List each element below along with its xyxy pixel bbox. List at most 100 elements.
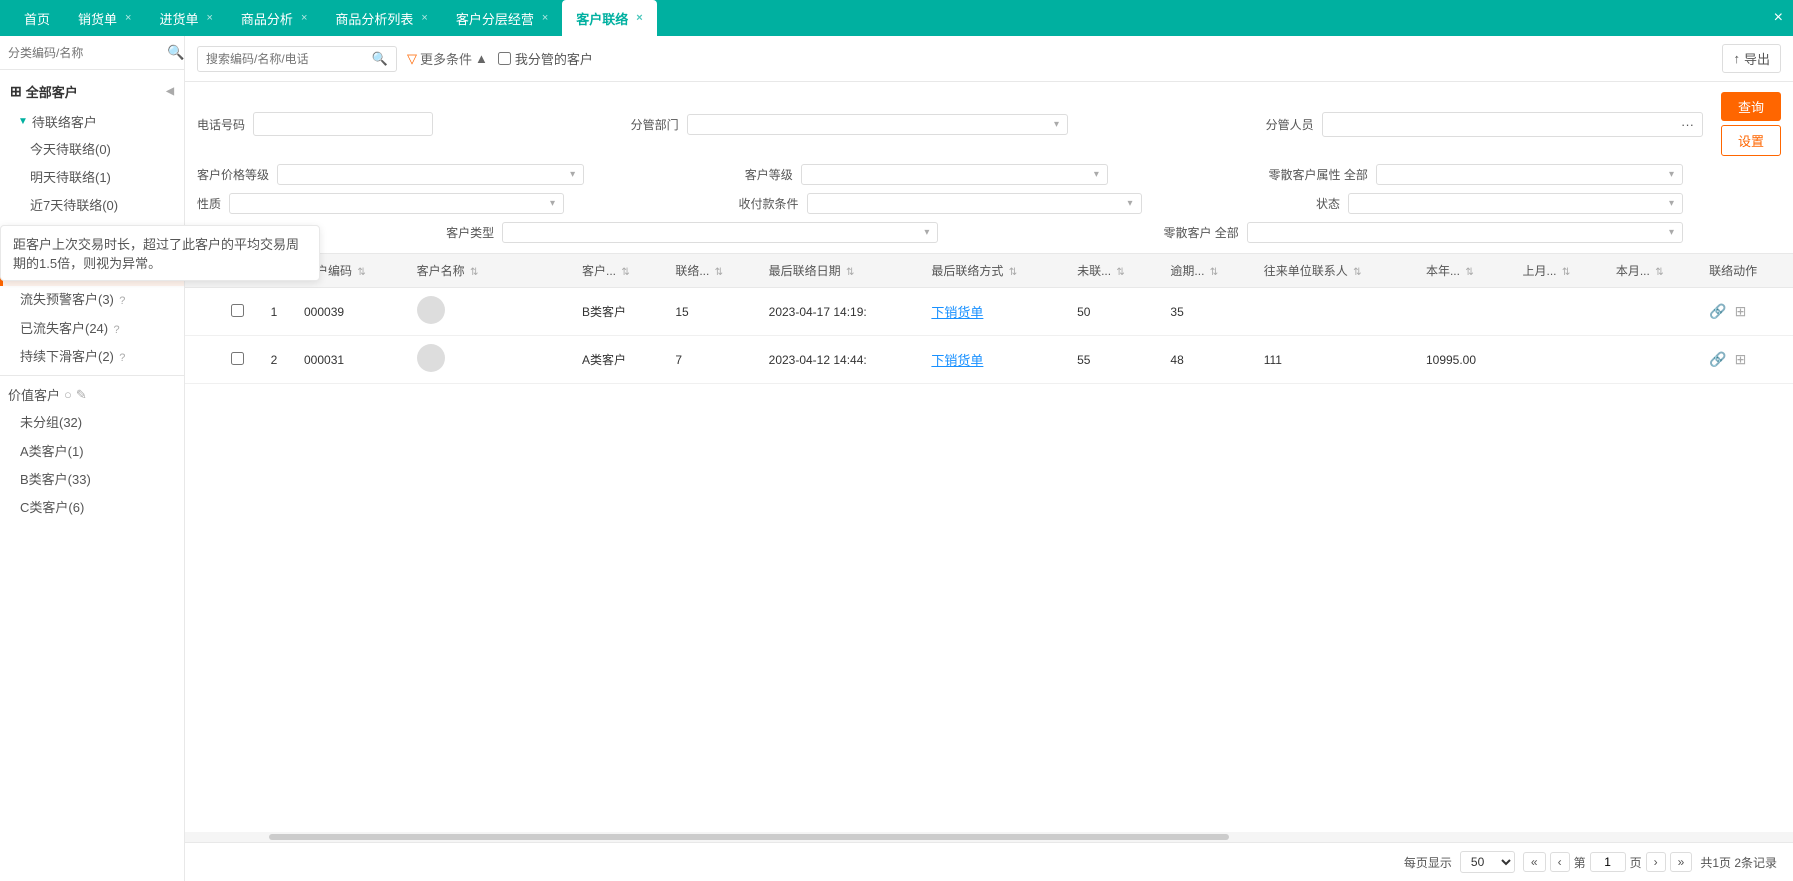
- nav-item-product-analysis[interactable]: 商品分析 ×: [227, 0, 321, 36]
- th-no-contact[interactable]: 未联... ⇅: [1067, 254, 1160, 288]
- circle-icon[interactable]: ○: [64, 387, 72, 402]
- sidebar-value-header: 价值客户 ○ ✎: [0, 380, 184, 409]
- th-last-month[interactable]: 上月... ⇅: [1513, 254, 1606, 288]
- row-actions-1: 🔗 ⊞: [1709, 303, 1783, 320]
- status-select[interactable]: ▾: [1348, 193, 1683, 214]
- th-contact-person[interactable]: 往来单位联系人 ⇅: [1254, 254, 1416, 288]
- sort-icon-contact: ⇅: [715, 267, 723, 278]
- more-conditions-btn[interactable]: ▽ 更多条件 ▲: [407, 49, 488, 68]
- edit-icon[interactable]: ✎: [76, 387, 87, 403]
- first-page-btn[interactable]: «: [1523, 852, 1546, 872]
- link-icon-2[interactable]: 🔗: [1709, 351, 1726, 368]
- chevron-up-icon: ▲: [475, 51, 488, 66]
- nav-close-product-list[interactable]: ×: [421, 12, 427, 24]
- phone-input[interactable]: [253, 112, 433, 136]
- td-overdue-1: 35: [1160, 288, 1253, 336]
- sidebar-today-contact[interactable]: 今天待联络(0): [10, 136, 184, 164]
- my-customers-checkbox[interactable]: [498, 52, 511, 65]
- td-method-2: 下销货单: [921, 336, 1067, 384]
- th-last-method[interactable]: 最后联络方式 ⇅: [921, 254, 1067, 288]
- horizontal-scrollbar[interactable]: [185, 832, 1793, 842]
- sidebar-7day-contact[interactable]: 近7天待联络(0): [10, 192, 184, 220]
- sidebar-search-icon[interactable]: 🔍: [167, 44, 184, 61]
- set-button[interactable]: 设置: [1721, 125, 1781, 156]
- nav-item-customer-tier[interactable]: 客户分层经营 ×: [442, 0, 562, 36]
- current-page-input[interactable]: [1590, 852, 1626, 872]
- manager-select[interactable]: ···: [1322, 112, 1703, 137]
- nav-item-home[interactable]: 首页: [10, 0, 64, 36]
- th-last-date[interactable]: 最后联络日期 ⇅: [759, 254, 922, 288]
- nature-select[interactable]: ▾: [229, 193, 564, 214]
- th-this-month[interactable]: 本月... ⇅: [1606, 254, 1699, 288]
- funnel-icon: ▽: [407, 51, 417, 67]
- next-page-btn[interactable]: ›: [1646, 852, 1666, 872]
- sidebar-already-lost[interactable]: 已流失客户(24) ?: [0, 315, 184, 343]
- sidebar-unclassified[interactable]: 未分组(32): [0, 409, 184, 437]
- method-link-2[interactable]: 下销货单: [931, 353, 983, 368]
- sidebar-b-class[interactable]: B类客户(33): [0, 466, 184, 494]
- avatar-1: [417, 296, 445, 324]
- sort-icon-overdue: ⇅: [1210, 267, 1218, 278]
- method-link-1[interactable]: 下销货单: [931, 305, 983, 320]
- query-button[interactable]: 查询: [1721, 92, 1781, 121]
- row-actions-2: 🔗 ⊞: [1709, 351, 1783, 368]
- sidebar-all-customers[interactable]: ⊞ 全部客户 ◀: [0, 76, 184, 107]
- sidebar-continuous-down[interactable]: 持续下滑客户(2) ?: [0, 343, 184, 371]
- nav-item-sales[interactable]: 销货单 ×: [64, 0, 145, 36]
- nav-item-product-list[interactable]: 商品分析列表 ×: [321, 0, 441, 36]
- td-person-2: 111: [1254, 336, 1416, 384]
- nav-item-purchase[interactable]: 进货单 ×: [145, 0, 226, 36]
- td-code-2: 000031: [294, 336, 407, 384]
- th-name[interactable]: 客户名称 ⇅: [407, 254, 572, 288]
- td-action-2: 🔗 ⊞: [1699, 336, 1793, 384]
- main-search-input[interactable]: [206, 52, 372, 66]
- grid-action-icon-2[interactable]: ⊞: [1735, 351, 1747, 368]
- search-icon[interactable]: 🔍: [372, 51, 388, 67]
- link-icon-1[interactable]: 🔗: [1709, 303, 1726, 320]
- sidebar-c-class[interactable]: C类客户(6): [0, 494, 184, 522]
- sidebar-lost-warning[interactable]: 流失预警客户(3) ?: [0, 286, 184, 314]
- scattered-attr-select[interactable]: ▾: [1376, 164, 1683, 185]
- nav-close-purchase[interactable]: ×: [206, 12, 212, 24]
- export-button[interactable]: ↑ 导出: [1722, 44, 1781, 73]
- sort-icon-code: ⇅: [357, 267, 365, 278]
- dept-select[interactable]: ▾: [687, 114, 1068, 135]
- question-icon-2: ?: [119, 295, 125, 307]
- scrollbar-thumb[interactable]: [269, 834, 1229, 840]
- nav-close-customer-contact[interactable]: ×: [636, 12, 642, 24]
- nav-close-all-button[interactable]: ×: [1774, 9, 1783, 27]
- nav-close-sales[interactable]: ×: [125, 12, 131, 24]
- th-contact-count[interactable]: 联络... ⇅: [665, 254, 758, 288]
- chevron-down-icon-2: ▾: [570, 169, 575, 180]
- sidebar-a-class[interactable]: A类客户(1): [0, 438, 184, 466]
- nav-close-customer-tier[interactable]: ×: [542, 12, 548, 24]
- per-page-select[interactable]: 50 100 200: [1460, 851, 1515, 873]
- td-overdue-2: 48: [1160, 336, 1253, 384]
- payment-select[interactable]: ▾: [807, 193, 1142, 214]
- row-checkbox-1[interactable]: [231, 304, 244, 317]
- row-checkbox-2[interactable]: [231, 352, 244, 365]
- price-level-select[interactable]: ▾: [277, 164, 584, 185]
- sidebar-tomorrow-contact[interactable]: 明天待联络(1): [10, 164, 184, 192]
- prev-page-btn[interactable]: ‹: [1550, 852, 1570, 872]
- sort-icon-this-month: ⇅: [1655, 267, 1663, 278]
- nav-item-customer-contact[interactable]: 客户联络 ×: [562, 0, 656, 36]
- my-customers-filter: 我分管的客户: [498, 49, 593, 68]
- sort-icon-no-contact: ⇅: [1116, 267, 1124, 278]
- th-this-year[interactable]: 本年... ⇅: [1416, 254, 1513, 288]
- sidebar-search-input[interactable]: [8, 46, 163, 60]
- nav-close-product-analysis[interactable]: ×: [301, 12, 307, 24]
- scattered-customer-select[interactable]: ▾: [1247, 222, 1683, 243]
- customer-level-select[interactable]: ▾: [801, 164, 1108, 185]
- th-overdue[interactable]: 逾期... ⇅: [1160, 254, 1253, 288]
- customer-table: ⚙ # 客户编码 ⇅ 客户名称 ⇅ 客户... ⇅: [185, 254, 1793, 384]
- sidebar-pending-label[interactable]: ▼ 待联络客户: [10, 107, 184, 136]
- customer-type-select[interactable]: ▾: [502, 222, 938, 243]
- per-page-label: 每页显示: [1404, 854, 1452, 871]
- filter-row-2: 客户价格等级 ▾ 客户等级 ▾ 零散客户属性 全部 ▾: [197, 164, 1781, 185]
- grid-action-icon-1[interactable]: ⊞: [1735, 303, 1747, 320]
- th-type[interactable]: 客户... ⇅: [572, 254, 665, 288]
- sidebar: 🔍 ⊞ 全部客户 ◀ ▼ 待联络客户 今天待联络(0) 明天待联络(1): [0, 36, 185, 881]
- td-year-1: [1416, 288, 1513, 336]
- last-page-btn[interactable]: »: [1670, 852, 1693, 872]
